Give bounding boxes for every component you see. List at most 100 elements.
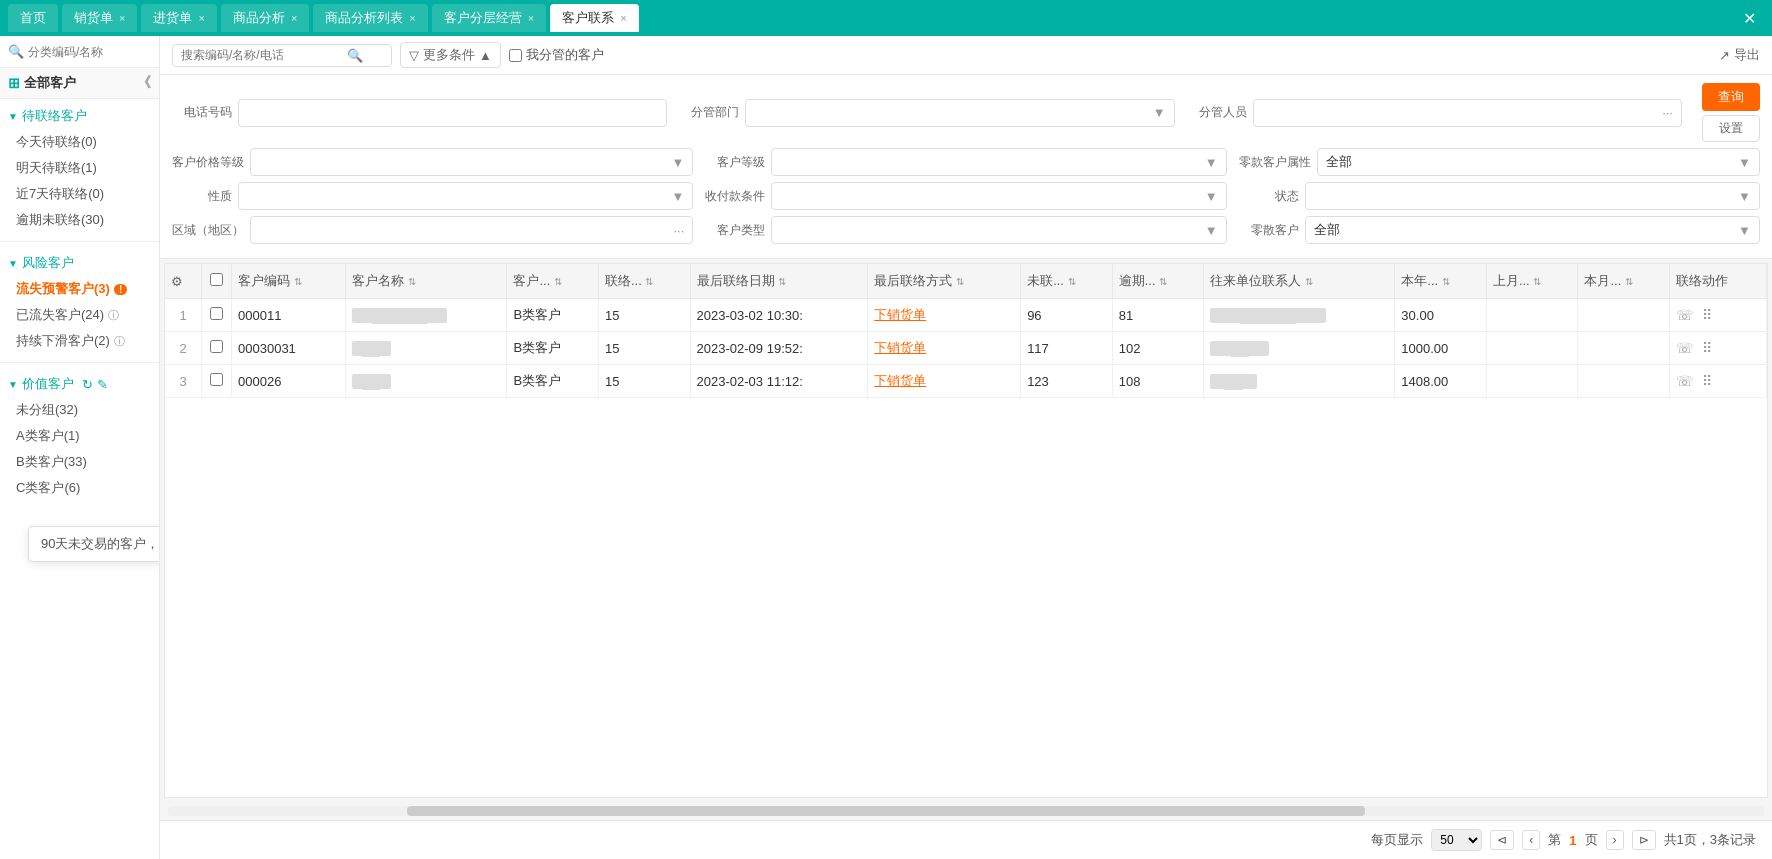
window-close-btn[interactable]: ✕ (1735, 5, 1764, 32)
row-last-method-link-3[interactable]: 下销货单 (874, 373, 926, 388)
churn-group-title[interactable]: ▼ 风险客户 (0, 250, 159, 276)
row-last-method-link-1[interactable]: 下销货单 (874, 307, 926, 322)
th-this-month[interactable]: 本月... ⇅ (1578, 264, 1670, 299)
value-refresh-icon[interactable]: ↻ (82, 377, 93, 392)
row-this-month-1 (1578, 299, 1670, 332)
row-last-method-2[interactable]: 下销货单 (868, 332, 1021, 365)
tab-purchase-close[interactable]: × (198, 12, 204, 24)
sidebar-item-tomorrow[interactable]: 明天待联络(1) (0, 155, 159, 181)
th-last-month[interactable]: 上月... ⇅ (1486, 264, 1578, 299)
th-name[interactable]: 客户名称 ⇅ (346, 264, 507, 299)
filter-nature-select[interactable]: ▼ (238, 182, 693, 210)
filter-region-select[interactable]: ··· (250, 216, 693, 244)
tab-sales-close[interactable]: × (119, 12, 125, 24)
more-filter-btn[interactable]: ▽ 更多条件 ▲ (400, 42, 501, 68)
filter-zero-attr-select[interactable]: 全部 ▼ (1317, 148, 1760, 176)
per-page-select[interactable]: 50 100 (1431, 829, 1482, 851)
sidebar-collapse-btn[interactable]: 《 (137, 74, 151, 92)
filter-level-select[interactable]: ▼ (771, 148, 1226, 176)
filter-dept-select[interactable]: ▼ (745, 99, 1174, 127)
row-checkbox-1[interactable] (210, 307, 223, 320)
row-last-method-1[interactable]: 下销货单 (868, 299, 1021, 332)
row-check-1[interactable] (202, 299, 232, 332)
scrollbar-thumb[interactable] (407, 806, 1365, 816)
th-code[interactable]: 客户编码 ⇅ (232, 264, 346, 299)
sidebar-item-overdue[interactable]: 逾期未联络(30) (0, 207, 159, 233)
select-all-checkbox[interactable] (210, 273, 223, 286)
row-name-blur-1: ██████ (352, 308, 447, 323)
row-action-more-2[interactable]: ⠿ (1702, 340, 1712, 356)
tab-purchase[interactable]: 进货单 × (141, 4, 216, 32)
row-check-2[interactable] (202, 332, 232, 365)
sidebar-item-declining[interactable]: 持续下滑客户(2) ⓘ (0, 328, 159, 354)
first-page-btn[interactable]: ⊲ (1490, 830, 1514, 850)
tab-customer-tier[interactable]: 客户分层经营 × (432, 4, 546, 32)
row-type-1: B类客户 (507, 299, 599, 332)
sidebar-search-input[interactable] (28, 45, 160, 59)
sidebar-item-a-class[interactable]: A类客户(1) (0, 423, 159, 449)
row-action-contact-1[interactable]: ☏ (1676, 307, 1694, 323)
th-last-method[interactable]: 最后联络方式 ⇅ (868, 264, 1021, 299)
sidebar-item-week[interactable]: 近7天待联络(0) (0, 181, 159, 207)
query-btn[interactable]: 查询 (1702, 83, 1760, 111)
prev-page-btn[interactable]: ‹ (1522, 830, 1540, 850)
filter-zero-customer-select[interactable]: 全部 ▼ (1305, 216, 1760, 244)
sidebar-item-b-class[interactable]: B类客户(33) (0, 449, 159, 475)
my-customer-check[interactable]: 我分管的客户 (509, 46, 604, 64)
row-check-3[interactable] (202, 365, 232, 398)
row-last-method-3[interactable]: 下销货单 (868, 365, 1021, 398)
row-last-method-link-2[interactable]: 下销货单 (874, 340, 926, 355)
export-btn[interactable]: ↗ 导出 (1719, 46, 1760, 64)
next-page-btn[interactable]: › (1606, 830, 1624, 850)
row-checkbox-2[interactable] (210, 340, 223, 353)
tab-customer-contact-close[interactable]: × (620, 12, 626, 24)
tab-analysis-list[interactable]: 商品分析列表 × (313, 4, 427, 32)
filter-type-select[interactable]: ▼ (771, 216, 1226, 244)
row-checkbox-3[interactable] (210, 373, 223, 386)
th-last-method-label: 最后联络方式 (874, 273, 952, 288)
th-contacts-person[interactable]: 往来单位联系人 ⇅ (1204, 264, 1395, 299)
value-edit-icon[interactable]: ✎ (97, 377, 108, 392)
search-btn[interactable]: 🔍 (347, 48, 363, 63)
tab-analysis[interactable]: 商品分析 × (221, 4, 309, 32)
last-page-btn[interactable]: ⊳ (1632, 830, 1656, 850)
settings-icon[interactable]: ⚙ (171, 274, 183, 289)
row-action-contact-3[interactable]: ☏ (1676, 373, 1694, 389)
tab-sales[interactable]: 销货单 × (62, 4, 137, 32)
filter-manager-select[interactable]: ··· (1253, 99, 1682, 127)
filter-price-select[interactable]: ▼ (250, 148, 693, 176)
th-last-date[interactable]: 最后联络日期 ⇅ (690, 264, 868, 299)
settings-btn[interactable]: 设置 (1702, 115, 1760, 142)
row-no-contact-1: 96 (1021, 299, 1113, 332)
filter-phone-input[interactable] (238, 99, 667, 127)
tab-analysis-list-close[interactable]: × (409, 12, 415, 24)
sidebar-item-ungrouped[interactable]: 未分组(32) (0, 397, 159, 423)
all-customers-header[interactable]: ⊞ 全部客户 《 (0, 68, 159, 99)
th-no-contact[interactable]: 未联... ⇅ (1021, 264, 1113, 299)
sidebar-item-churn-warning[interactable]: 流失预警客户(3) ! (0, 276, 159, 302)
th-checkbox[interactable] (202, 264, 232, 299)
row-action-more-3[interactable]: ⠿ (1702, 373, 1712, 389)
tab-customer-tier-close[interactable]: × (528, 12, 534, 24)
my-customer-checkbox[interactable] (509, 49, 522, 62)
sidebar-item-lost[interactable]: 已流失客户(24) ⓘ (0, 302, 159, 328)
filter-status-select[interactable]: ▼ (1305, 182, 1760, 210)
tab-home[interactable]: 首页 (8, 4, 58, 32)
th-contact[interactable]: 联络... ⇅ (599, 264, 691, 299)
filter-payment-select[interactable]: ▼ (771, 182, 1226, 210)
th-overdue[interactable]: 逾期... ⇅ (1112, 264, 1204, 299)
tab-customer-contact[interactable]: 客户联系 × (550, 4, 638, 32)
th-settings[interactable]: ⚙ (165, 264, 202, 299)
sidebar-item-today[interactable]: 今天待联络(0) (0, 129, 159, 155)
sidebar-item-c-class[interactable]: C类客户(6) (0, 475, 159, 501)
horizontal-scrollbar[interactable] (168, 806, 1764, 816)
th-year[interactable]: 本年... ⇅ (1395, 264, 1487, 299)
value-group-title[interactable]: ▼ 价值客户 ↻ ✎ (0, 371, 159, 397)
th-type[interactable]: 客户... ⇅ (507, 264, 599, 299)
search-input[interactable] (181, 48, 341, 62)
tab-analysis-close[interactable]: × (291, 12, 297, 24)
pending-group-title[interactable]: ▼ 待联络客户 (0, 103, 159, 129)
row-action-more-1[interactable]: ⠿ (1702, 307, 1712, 323)
row-action-contact-2[interactable]: ☏ (1676, 340, 1694, 356)
all-customers-label: 全部客户 (24, 74, 76, 92)
